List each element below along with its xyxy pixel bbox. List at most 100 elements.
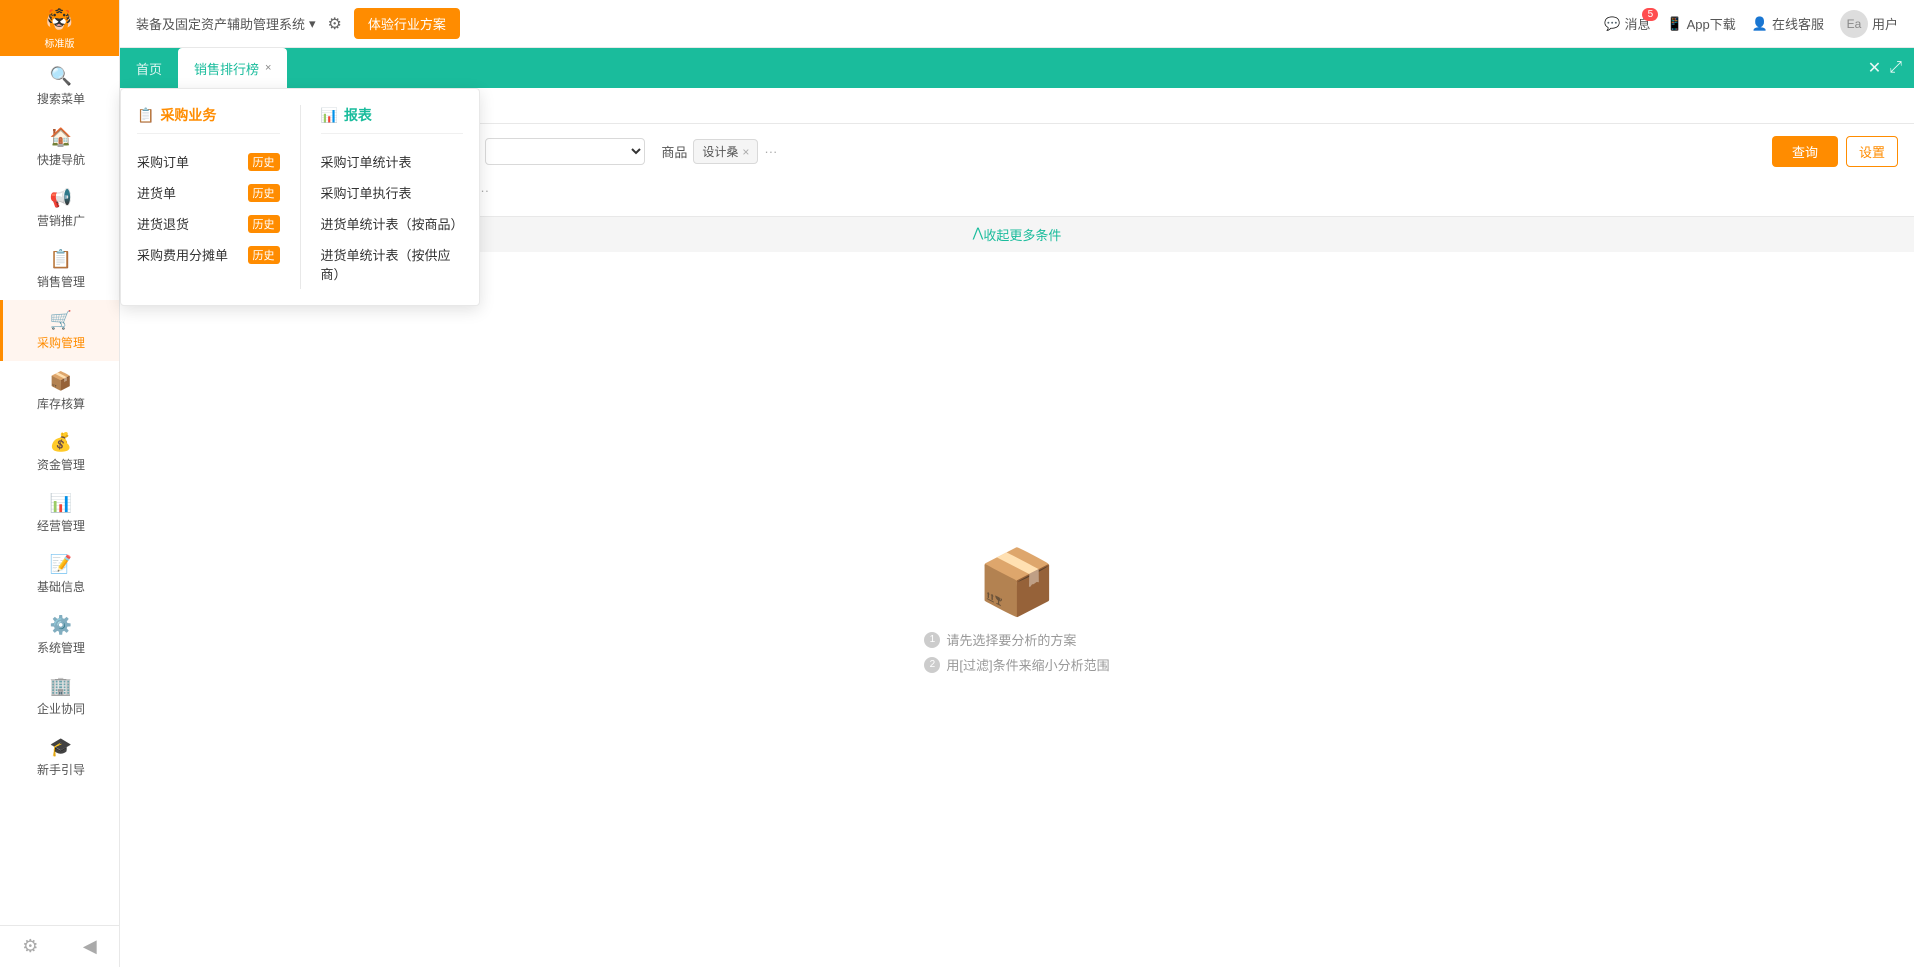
report-col: 📊 报表 采购订单统计表 采购订单执行表 进货单统计表（按商品） 进货单统计表（… [321, 105, 464, 289]
system-icon: ⚙️ [50, 615, 72, 636]
inventory-icon: 📦 [50, 371, 72, 392]
sidebar-item-label: 新手引导 [37, 761, 85, 778]
purchase-col-icon: 📋 [137, 107, 154, 124]
sidebar-item-label: 营销推广 [37, 212, 85, 229]
sidebar-item-search[interactable]: 🔍 搜索菜单 [0, 56, 119, 117]
app-download-label: App下载 [1687, 14, 1736, 33]
sidebar-item-label: 资金管理 [37, 456, 85, 473]
goods-tag-text: 设计桑 [702, 143, 738, 160]
sidebar-logo: 🐯 标准版 [0, 0, 119, 56]
sidebar-item-system[interactable]: ⚙️ 系统管理 [0, 605, 119, 666]
system-title-dropdown[interactable]: 装备及固定资产辅助管理系统 ▾ [136, 14, 316, 33]
purchase-order-stats-item[interactable]: 采购订单统计表 [321, 146, 464, 177]
app-download-btn[interactable]: 📱 App下载 [1666, 14, 1735, 33]
purchase-order-exec-item[interactable]: 采购订单执行表 [321, 177, 464, 208]
topbar: 装备及固定资产辅助管理系统 ▾ ⚙ 体验行业方案 💬 消息 5 📱 App下载 … [120, 0, 1914, 48]
user-btn[interactable]: Ea 用户 [1840, 10, 1898, 38]
purchase-cost-item[interactable]: 采购费用分摊单 历史 [137, 239, 280, 270]
query-btn[interactable]: 查询 [1772, 136, 1838, 167]
goods-return-hist: 历史 [248, 215, 280, 233]
guide-icon: 🎓 [50, 737, 72, 758]
sidebar-item-purchase[interactable]: 🛒 采购管理 [0, 300, 119, 361]
sidebar-item-guide[interactable]: 🎓 新手引导 [0, 727, 119, 788]
sidebar-item-label: 库存核算 [37, 395, 85, 412]
empty-hint-2: 2 用[过滤]条件来缩小分析范围 [924, 655, 1109, 674]
purchase-col-title: 📋 采购业务 [137, 105, 280, 134]
purchase-cost-label: 采购费用分摊单 [137, 245, 228, 264]
hint-text-1: 请先选择要分析的方案 [946, 630, 1076, 649]
tab-sales-ranking[interactable]: 销售排行榜 × [178, 48, 287, 88]
sidebar: 🐯 标准版 🔍 搜索菜单 🏠 快捷导航 📢 营销推广 📋 销售管理 🛒 采购管理… [0, 0, 120, 967]
goods-stats-by-supplier-item[interactable]: 进货单统计表（按供应商） [321, 239, 464, 289]
empty-state: 📦 1 请先选择要分析的方案 2 用[过滤]条件来缩小分析范围 [120, 252, 1914, 967]
goods-receipt-hist: 历史 [248, 184, 280, 202]
tab-expand-btn[interactable]: ⤢ [1889, 59, 1902, 77]
purchase-col-label: 采购业务 [160, 105, 216, 125]
message-badge: 5 [1642, 8, 1658, 21]
logo-text: 标准版 [45, 35, 75, 50]
service-icon: 👤 [1752, 16, 1768, 32]
tab-close-icon[interactable]: × [265, 62, 271, 74]
report-col-title: 📊 报表 [321, 105, 464, 134]
sidebar-item-inventory[interactable]: 📦 库存核算 [0, 361, 119, 422]
goods-receipt-label: 进货单 [137, 183, 176, 202]
bill-status-select[interactable] [485, 138, 645, 165]
sidebar-item-finance[interactable]: 💰 资金管理 [0, 422, 119, 483]
purchase-order-item[interactable]: 采购订单 历史 [137, 146, 280, 177]
empty-hint: 1 请先选择要分析的方案 2 用[过滤]条件来缩小分析范围 [924, 630, 1109, 674]
sidebar-item-label: 经营管理 [37, 517, 85, 534]
tab-sales-ranking-label: 销售排行榜 [194, 59, 259, 78]
tabbar-actions: ✕ ⤢ [1856, 58, 1914, 78]
goods-more-btn[interactable]: ··· [764, 144, 777, 159]
sidebar-item-enterprise[interactable]: 🏢 企业协同 [0, 666, 119, 727]
hint-text-2: 用[过滤]条件来缩小分析范围 [946, 655, 1109, 674]
sales-icon: 📋 [50, 249, 72, 270]
goods-stats-by-product-item[interactable]: 进货单统计表（按商品） [321, 208, 464, 239]
settings-btn[interactable]: 设置 [1846, 136, 1898, 167]
sidebar-collapse-btn[interactable]: ◀ [83, 936, 97, 957]
enterprise-icon: 🏢 [50, 676, 72, 697]
sidebar-item-label: 基础信息 [37, 578, 85, 595]
goods-receipt-item[interactable]: 进货单 历史 [137, 177, 280, 208]
purchase-cost-hist: 历史 [248, 246, 280, 264]
online-service-btn[interactable]: 👤 在线客服 [1752, 14, 1824, 33]
topbar-right: 💬 消息 5 📱 App下载 👤 在线客服 Ea 用户 [1604, 10, 1898, 38]
goods-stats-by-product-label: 进货单统计表（按商品） [321, 214, 464, 233]
sidebar-item-label: 搜索菜单 [37, 90, 85, 107]
tab-home-label: 首页 [136, 59, 162, 78]
system-title: 装备及固定资产辅助管理系统 [136, 14, 305, 33]
tab-close-btn[interactable]: ✕ [1868, 58, 1881, 78]
basic-icon: 📝 [50, 554, 72, 575]
collapse-text: 收起更多条件 [983, 225, 1061, 244]
hint-circle-1: 1 [924, 632, 940, 648]
industry-btn[interactable]: 体验行业方案 [354, 8, 460, 39]
phone-icon: 📱 [1666, 16, 1682, 32]
marketing-icon: 📢 [50, 188, 72, 209]
avatar: Ea [1840, 10, 1868, 38]
message-btn[interactable]: 💬 消息 5 [1604, 14, 1650, 33]
sidebar-item-quicknav[interactable]: 🏠 快捷导航 [0, 117, 119, 178]
purchase-order-hist: 历史 [248, 153, 280, 171]
goods-stats-by-supplier-label: 进货单统计表（按供应商） [321, 245, 464, 283]
sidebar-item-sales[interactable]: 📋 销售管理 [0, 239, 119, 300]
sidebar-nav: 🔍 搜索菜单 🏠 快捷导航 📢 营销推广 📋 销售管理 🛒 采购管理 📦 库存核… [0, 56, 119, 925]
sidebar-item-marketing[interactable]: 📢 营销推广 [0, 178, 119, 239]
dropdown-chevron-icon: ▾ [309, 16, 316, 32]
sidebar-item-operations[interactable]: 📊 经营管理 [0, 483, 119, 544]
sidebar-settings-btn[interactable]: ⚙ [22, 936, 38, 957]
finance-icon: 💰 [50, 432, 72, 453]
avatar-text: Ea [1847, 17, 1862, 31]
tab-home[interactable]: 首页 [120, 48, 178, 88]
tabbar: 首页 销售排行榜 × ✕ ⤢ [120, 48, 1914, 88]
collapse-icon: ⋀ [973, 225, 984, 244]
logo-icon: 🐯 [46, 7, 73, 33]
empty-hint-1: 1 请先选择要分析的方案 [924, 630, 1109, 649]
report-col-label: 报表 [344, 105, 372, 125]
goods-tag-close[interactable]: × [742, 145, 749, 159]
goods-return-item[interactable]: 进货退货 历史 [137, 208, 280, 239]
sidebar-item-label: 快捷导航 [37, 151, 85, 168]
user-label: 用户 [1872, 14, 1898, 33]
sidebar-item-basic[interactable]: 📝 基础信息 [0, 544, 119, 605]
topbar-settings-icon[interactable]: ⚙ [328, 14, 342, 34]
sidebar-item-label: 采购管理 [37, 334, 85, 351]
